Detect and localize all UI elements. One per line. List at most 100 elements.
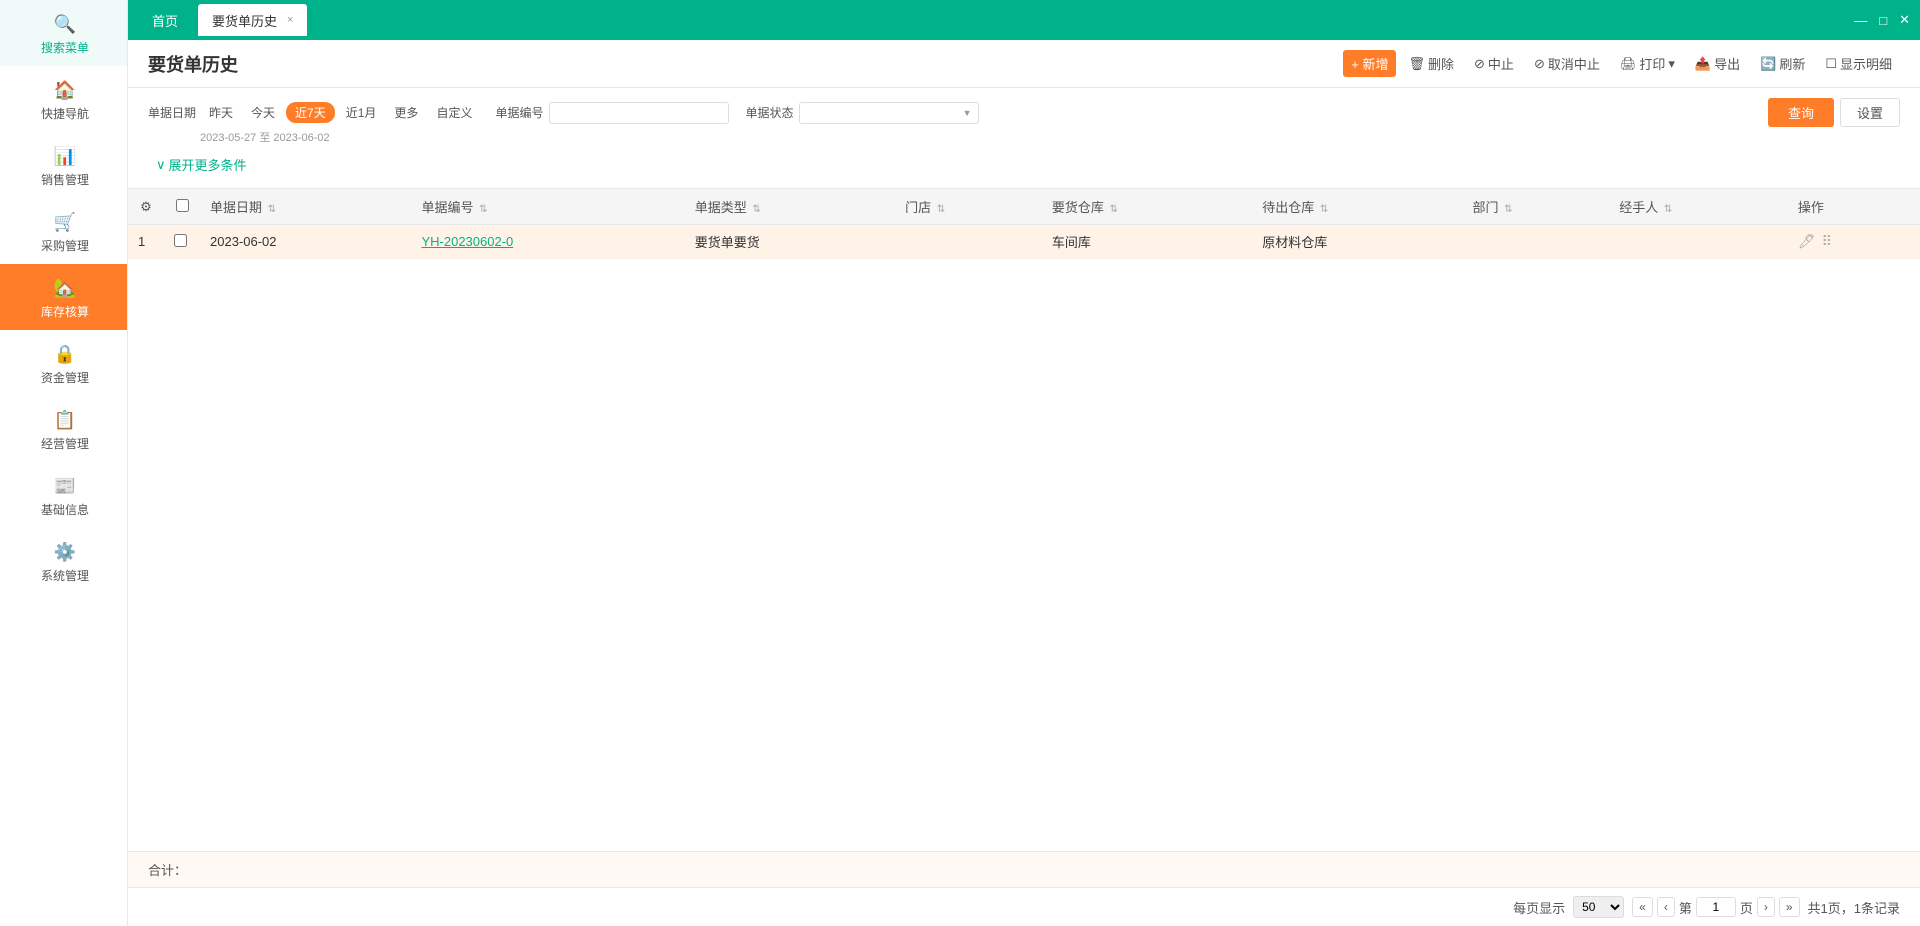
cancel-stop-icon: ⊘: [1534, 56, 1545, 72]
select-all-checkbox[interactable]: [176, 199, 189, 212]
page-title: 要货单历史: [148, 51, 238, 77]
expand-more-button[interactable]: ∨ 展开更多条件: [148, 151, 1900, 178]
print-icon: 🖨: [1620, 56, 1637, 72]
col-department-sort-icon[interactable]: ⇅: [1504, 204, 1512, 215]
edit-icon[interactable]: 🖊: [1798, 233, 1816, 250]
page-suffix: 页: [1740, 898, 1753, 917]
stop-label: 中止: [1488, 54, 1514, 73]
query-actions: 查询 设置: [1768, 98, 1900, 127]
prev-page-button[interactable]: ‹: [1657, 897, 1675, 917]
total-info: 共1页，1条记录: [1808, 898, 1900, 917]
sidebar-item-label: 经营管理: [41, 435, 89, 452]
page-number-input[interactable]: [1696, 897, 1736, 917]
doc-number-link[interactable]: YH-20230602-0: [421, 234, 513, 249]
new-button[interactable]: + 新增: [1343, 50, 1396, 77]
view-icon[interactable]: ⠿: [1822, 233, 1832, 250]
data-table: ⚙ 单据日期 ⇅ 单据编号 ⇅ 单据类型 ⇅: [128, 189, 1920, 259]
sidebar-item-search-menu[interactable]: 🔍 搜索菜单: [0, 0, 127, 66]
print-label: 打印: [1639, 54, 1665, 73]
col-store-sort-icon[interactable]: ⇅: [937, 204, 945, 215]
date-today[interactable]: 今天: [244, 102, 282, 123]
col-checkbox: [164, 189, 200, 225]
cell-date: 2023-06-02: [200, 225, 411, 259]
sidebar-item-basic-info[interactable]: 📰 基础信息: [0, 462, 127, 528]
sidebar-item-finance[interactable]: 🔒 资金管理: [0, 330, 127, 396]
date-yesterday[interactable]: 昨天: [202, 102, 240, 123]
settings-button[interactable]: 设置: [1840, 98, 1900, 127]
sidebar-item-label: 销售管理: [41, 171, 89, 188]
table-settings-icon[interactable]: ⚙: [140, 199, 152, 214]
show-detail-button[interactable]: ☐ 显示明细: [1817, 50, 1900, 77]
export-button[interactable]: 📤 导出: [1687, 50, 1748, 77]
export-icon: 📤: [1695, 56, 1711, 72]
export-label: 导出: [1714, 54, 1740, 73]
cell-action: 🖊 ⠿: [1788, 225, 1920, 259]
delete-button[interactable]: 🗑 删除: [1400, 50, 1462, 77]
cancel-stop-button[interactable]: ⊘ 取消中止: [1526, 50, 1608, 77]
window-minimize-button[interactable]: —: [1854, 13, 1867, 28]
sidebar-item-inventory[interactable]: 🏡 库存核算: [0, 264, 127, 330]
cell-pending-warehouse: 原材料仓库: [1252, 225, 1462, 259]
operations-icon: 📋: [54, 410, 76, 431]
col-number-sort-icon[interactable]: ⇅: [479, 204, 487, 215]
col-date-sort-icon[interactable]: ⇅: [268, 204, 276, 215]
basic-info-icon: 📰: [54, 476, 76, 497]
sidebar-item-label: 搜索菜单: [41, 39, 89, 56]
table-header: ⚙ 单据日期 ⇅ 单据编号 ⇅ 单据类型 ⇅: [128, 189, 1920, 225]
next-page-button[interactable]: ›: [1757, 897, 1775, 917]
col-department-label: 部门: [1473, 200, 1499, 215]
sidebar-item-sales[interactable]: 📊 销售管理: [0, 132, 127, 198]
sidebar-item-system[interactable]: ⚙️ 系统管理: [0, 528, 127, 594]
row-checkbox[interactable]: [174, 234, 187, 247]
col-req-warehouse-sort-icon[interactable]: ⇅: [1110, 204, 1118, 215]
refresh-button[interactable]: 🔄 刷新: [1752, 50, 1813, 77]
new-button-label: + 新增: [1351, 54, 1388, 73]
doc-number-input[interactable]: [549, 102, 729, 124]
col-handler-sort-icon[interactable]: ⇅: [1664, 204, 1672, 215]
cell-type: 要货单要货: [685, 225, 895, 259]
sales-icon: 📊: [54, 146, 76, 167]
sidebar-item-purchase[interactable]: 🛒 采购管理: [0, 198, 127, 264]
sidebar-item-quick-nav[interactable]: 🏠 快捷导航: [0, 66, 127, 132]
expand-icon: ∨: [156, 157, 166, 173]
doc-status-select[interactable]: [799, 102, 979, 124]
cell-handler: [1609, 225, 1788, 259]
col-pending-warehouse-sort-icon[interactable]: ⇅: [1320, 204, 1328, 215]
col-pending-warehouse-label: 待出仓库: [1262, 200, 1314, 215]
show-detail-label: 显示明细: [1840, 54, 1892, 73]
tab-close-button[interactable]: ×: [287, 14, 293, 26]
first-page-button[interactable]: «: [1632, 897, 1653, 917]
date-custom[interactable]: 自定义: [429, 102, 479, 123]
main-content: 首页 要货单历史 × — □ ✕ 要货单历史 + 新增 🗑 删除: [128, 0, 1920, 926]
inventory-icon: 🏡: [54, 278, 76, 299]
sidebar: 🔍 搜索菜单 🏠 快捷导航 📊 销售管理 🛒 采购管理 🏡 库存核算 🔒 资金管…: [0, 0, 128, 926]
sidebar-item-label: 基础信息: [41, 501, 89, 518]
window-close-button[interactable]: ✕: [1899, 12, 1910, 28]
print-button[interactable]: 🖨 打印 ▾: [1612, 50, 1683, 77]
col-action: 操作: [1788, 189, 1920, 225]
tab-active[interactable]: 要货单历史 ×: [198, 4, 307, 36]
date-range-display: 2023-05-27 至 2023-06-02: [200, 129, 1900, 145]
col-type-sort-icon[interactable]: ⇅: [752, 204, 760, 215]
pagination: 每页显示 20 50 100 « ‹ 第 页 › » 共1页，1条记录: [128, 887, 1920, 926]
date-filter-group: 单据日期 昨天 今天 近7天 近1月 更多 自定义: [148, 102, 479, 123]
col-date-label: 单据日期: [210, 200, 262, 215]
last-page-button[interactable]: »: [1779, 897, 1800, 917]
query-button[interactable]: 查询: [1768, 98, 1834, 127]
window-maximize-button[interactable]: □: [1879, 13, 1887, 28]
tab-home[interactable]: 首页: [138, 4, 192, 36]
filter-area: 单据日期 昨天 今天 近7天 近1月 更多 自定义 单据编号 单据状态: [128, 88, 1920, 189]
table-row: 1 2023-06-02 YH-20230602-0 要货单要货 车间库 原材料…: [128, 225, 1920, 259]
date-more[interactable]: 更多: [387, 102, 425, 123]
date-last7days[interactable]: 近7天: [286, 102, 335, 123]
date-last1month[interactable]: 近1月: [339, 102, 384, 123]
sidebar-item-operations[interactable]: 📋 经营管理: [0, 396, 127, 462]
page-size-select[interactable]: 20 50 100: [1573, 896, 1624, 918]
col-pending-warehouse: 待出仓库 ⇅: [1252, 189, 1462, 225]
cell-checkbox: [164, 225, 200, 259]
sidebar-item-label: 系统管理: [41, 567, 89, 584]
col-settings: ⚙: [128, 189, 164, 225]
doc-number-filter-group: 单据编号: [495, 102, 729, 124]
cancel-stop-label: 取消中止: [1548, 54, 1600, 73]
stop-button[interactable]: ⊘ 中止: [1466, 50, 1522, 77]
